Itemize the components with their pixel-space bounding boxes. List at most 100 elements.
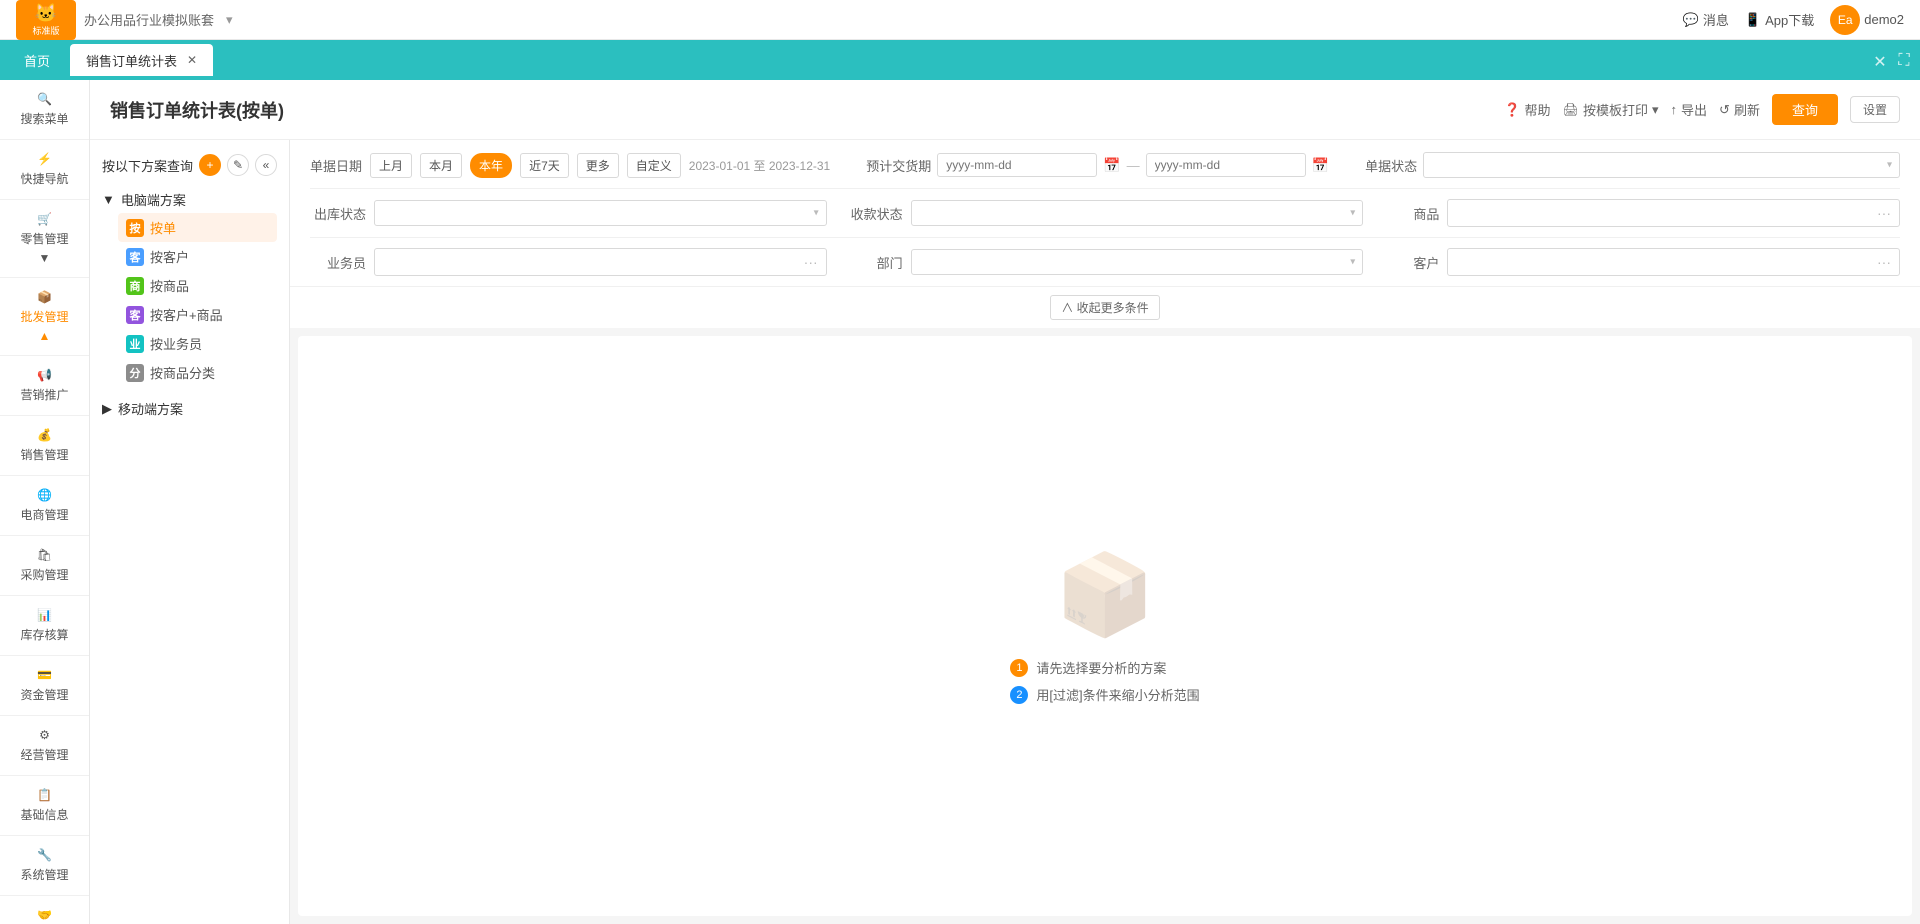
date-label: 单据日期 [310,156,362,175]
sidebar-item-retail[interactable]: 🛒 零售管理 ▼ [0,200,89,278]
retail-arrow: ▼ [39,251,51,265]
retail-icon: 🛒 [37,212,52,226]
breadcrumb-arrow[interactable]: ▾ [226,12,233,28]
date-btn-this-year[interactable]: 本年 [470,153,512,178]
system-icon: 🔧 [37,848,52,862]
sidebar-retail-label: 零售管理 [20,230,68,247]
tip-num-1: 1 [1010,659,1028,677]
sidebar-item-quicknav[interactable]: ⚡ 快捷导航 [0,140,89,200]
date-btn-more[interactable]: 更多 [577,153,619,178]
empty-tip-2: 2 用[过滤]条件来缩小分析范围 [1010,685,1199,704]
collapse-bar: ∧ 收起更多条件 [290,286,1920,328]
sidebar-item-sales[interactable]: 💰 销售管理 [0,416,89,476]
sidebar-item-wholesale[interactable]: 📦 批发管理 ▲ [0,278,89,356]
filters-container: 单据日期 上月 本月 本年 近7天 更多 自定义 2023-01-01 至 20… [290,140,1920,286]
filter-row-1: 单据日期 上月 本月 本年 近7天 更多 自定义 2023-01-01 至 20… [310,152,1900,189]
by-customer-product-label: 按客户+商品 [150,305,223,324]
tree-child-by-product-category[interactable]: 分 按商品分类 [118,358,277,387]
add-scheme-button[interactable]: + [199,154,221,176]
date-btn-this-month[interactable]: 本月 [420,153,462,178]
tab-home[interactable]: 首页 [8,44,66,76]
export-icon: ↑ [1671,102,1678,117]
logo-text: 标准版 [32,24,59,37]
product-dots[interactable]: ··· [1877,205,1891,221]
settings-button[interactable]: 设置 [1850,96,1900,123]
app-download-button[interactable]: 📱 App下载 [1745,10,1814,29]
sidebar-item-operations[interactable]: ⚙ 经营管理 [0,716,89,776]
sidebar-item-inventory[interactable]: 📊 库存核算 [0,596,89,656]
by-product-label: 按商品 [150,276,189,295]
tree-section-mobile: ▶ 移动端方案 [90,391,289,426]
sidebar-item-ecommerce[interactable]: 🌐 电商管理 [0,476,89,536]
tree-child-by-customer-product[interactable]: 客 按客户+商品 [118,300,277,329]
app-download-icon: 📱 [1745,12,1761,28]
left-panel-title: 按以下方案查询 [102,156,193,175]
date-dash: — [1127,158,1140,173]
template-print-button[interactable]: 🖨 按模板打印 ▾ [1562,100,1658,119]
search-icon: 🔍 [37,92,52,106]
salesperson-field[interactable]: ··· [374,248,827,276]
collapse-button[interactable]: ∧ 收起更多条件 [1050,295,1159,320]
tree-parent-mobile[interactable]: ▶ 移动端方案 [102,395,277,422]
tree-child-by-customer[interactable]: 客 按客户 [118,242,277,271]
sidebar-system-label: 系统管理 [20,866,68,883]
sidebar-basic-info-label: 基础信息 [20,806,68,823]
refresh-button[interactable]: ↺ 刷新 [1719,100,1760,119]
export-button[interactable]: ↑ 导出 [1671,100,1708,119]
window-maximize-button[interactable]: ⛶ [1896,52,1912,68]
sidebar-item-basic-info[interactable]: 📋 基础信息 [0,776,89,836]
sidebar-item-marketing[interactable]: 📢 营销推广 [0,356,89,416]
message-button[interactable]: 💬 消息 [1683,10,1729,29]
enterprise-icon: 🤝 [37,908,52,922]
salesperson-dots[interactable]: ··· [804,254,818,270]
customer-dots[interactable]: ··· [1877,254,1891,270]
delivery-status-select[interactable] [374,200,827,226]
department-select[interactable] [911,249,1364,275]
nav-tabs: 首页 销售订单统计表 ✕ ✕ ⛶ [0,40,1920,80]
tree-child-by-product[interactable]: 商 按商品 [118,271,277,300]
tree-child-by-salesperson[interactable]: 业 按业务员 [118,329,277,358]
by-customer-label: 按客户 [150,247,189,266]
logo: 🐱 标准版 [16,0,76,40]
collapse-panel-button[interactable]: « [255,154,277,176]
sidebar-item-enterprise[interactable]: 🤝 企业协同 [0,896,89,924]
template-print-label: 按模板打印 [1583,100,1648,119]
by-product-category-icon: 分 [126,364,144,382]
sidebar-finance-label: 资金管理 [20,686,68,703]
filter-receipt-status: 收款状态 ▾ [847,199,1364,227]
sidebar-search-label: 搜索菜单 [20,110,68,127]
tree-parent-desktop[interactable]: ▼ 电脑端方案 [102,186,277,213]
user-profile[interactable]: Ea demo2 [1830,5,1904,35]
filter-row-3: 业务员 ··· 部门 ▾ [310,238,1900,286]
sidebar-item-finance[interactable]: 💳 资金管理 [0,656,89,716]
empty-tip-1: 1 请先选择要分析的方案 [1010,658,1199,677]
product-field[interactable]: ··· [1447,199,1900,227]
sidebar-item-system[interactable]: 🔧 系统管理 [0,836,89,896]
delivery-date-start-input[interactable] [937,153,1097,177]
date-btn-last-month[interactable]: 上月 [370,153,412,178]
doc-status-select[interactable] [1423,152,1900,178]
help-button[interactable]: ❓ 帮助 [1504,100,1550,119]
customer-field[interactable]: ··· [1447,248,1900,276]
tip-text-1: 请先选择要分析的方案 [1036,658,1166,677]
sidebar-item-search[interactable]: 🔍 搜索菜单 [0,80,89,140]
filter-delivery-status: 出库状态 ▾ [310,199,827,227]
sidebar-item-purchase[interactable]: 🛍 采购管理 [0,536,89,596]
by-customer-icon: 客 [126,248,144,266]
edit-scheme-button[interactable]: ✎ [227,154,249,176]
by-order-label: 按单 [150,218,176,237]
date-btn-custom[interactable]: 自定义 [627,153,681,178]
tree-parent-desktop-label: 电脑端方案 [121,190,186,209]
tree-child-by-order[interactable]: 按 按单 [118,213,277,242]
query-button[interactable]: 查询 [1772,94,1838,125]
tab-home-label: 首页 [24,51,50,70]
receipt-status-select[interactable] [911,200,1364,226]
delivery-date-end-input[interactable] [1146,153,1306,177]
tab-sales-order-stat[interactable]: 销售订单统计表 ✕ [70,44,213,76]
content-area: 销售订单统计表(按单) ❓ 帮助 🖨 按模板打印 ▾ ↑ 导出 ↺ 刷新 [90,80,1920,924]
salesperson-label: 业务员 [310,253,366,272]
date-btn-last-7-days[interactable]: 近7天 [520,153,569,178]
window-close-button[interactable]: ✕ [1872,52,1888,68]
tab-close-button[interactable]: ✕ [187,53,197,67]
delivery-status-wrapper: ▾ [374,200,827,226]
